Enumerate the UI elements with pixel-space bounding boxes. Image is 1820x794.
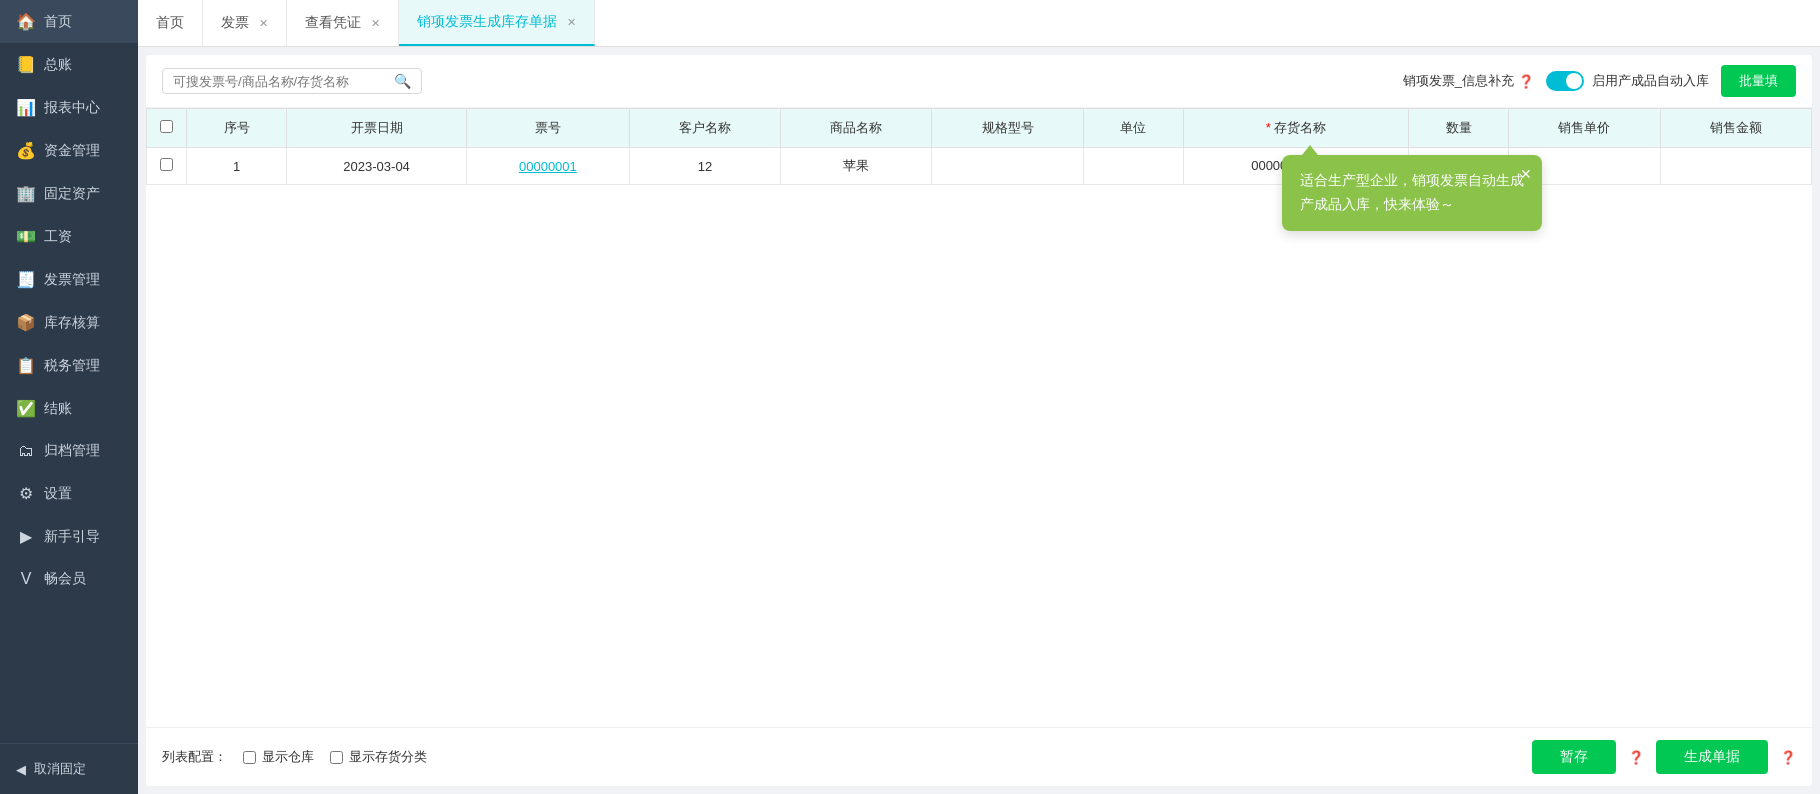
tax-icon: 📋 (16, 356, 36, 375)
sidebar-bottom: ◀ 取消固定 (0, 743, 138, 794)
sidebar-item-archive[interactable]: 🗂 归档管理 (0, 430, 138, 472)
row-product: 苹果 (781, 148, 932, 185)
th-unit-price: 销售单价 (1509, 109, 1660, 148)
config-label: 列表配置： (162, 748, 227, 766)
guide-icon: ▶ (16, 527, 36, 546)
table-container: 序号 开票日期 票号 客户名称 商品名称 规格型号 单位 存货名称 数量 销售单… (146, 108, 1812, 727)
main-content: 首页 发票 ✕ 查看凭证 ✕ 销项发票生成库存单据 ✕ 🔍 销项发票_信息补充 … (138, 0, 1820, 794)
toolbar: 🔍 销项发票_信息补充 ❓ 启用产成品自动入库 批量填 (146, 55, 1812, 108)
settings-icon: ⚙ (16, 484, 36, 503)
tab-invoice[interactable]: 发票 ✕ (203, 0, 287, 46)
assets-icon: 🏢 (16, 184, 36, 203)
archive-icon: 🗂 (16, 442, 36, 460)
th-checkbox (147, 109, 187, 148)
th-customer: 客户名称 (629, 109, 780, 148)
th-amount: 销售金额 (1660, 109, 1811, 148)
info-icon[interactable]: ❓ (1518, 74, 1534, 89)
tab-voucher-close-icon[interactable]: ✕ (371, 17, 380, 30)
sidebar-item-invoices[interactable]: 🧾 发票管理 (0, 258, 138, 301)
row-spec (932, 148, 1083, 185)
show-warehouse-label[interactable]: 显示仓库 (243, 748, 314, 766)
tooltip-popup: ✕ 适合生产型企业，销项发票自动生成产成品入库，快来体验～ (1282, 155, 1542, 231)
save-button[interactable]: 暂存 (1532, 740, 1616, 774)
tab-generate-inventory[interactable]: 销项发票生成库存单据 ✕ (399, 0, 595, 46)
generate-button[interactable]: 生成单据 (1656, 740, 1768, 774)
sidebar-item-settings[interactable]: ⚙ 设置 (0, 472, 138, 515)
tab-invoice-close-icon[interactable]: ✕ (259, 17, 268, 30)
row-date: 2023-03-04 (287, 148, 467, 185)
show-category-label[interactable]: 显示存货分类 (330, 748, 427, 766)
pin-icon: ◀ (16, 762, 26, 777)
row-unit (1083, 148, 1183, 185)
close-accounts-icon: ✅ (16, 399, 36, 418)
payroll-icon: 💵 (16, 227, 36, 246)
data-table: 序号 开票日期 票号 客户名称 商品名称 规格型号 单位 存货名称 数量 销售单… (146, 108, 1812, 185)
sidebar-item-home[interactable]: 🏠 首页 (0, 0, 138, 43)
sidebar-item-payroll[interactable]: 💵 工资 (0, 215, 138, 258)
row-customer: 12 (629, 148, 780, 185)
search-box[interactable]: 🔍 (162, 68, 422, 94)
generate-info-icon[interactable]: ❓ (1780, 750, 1796, 765)
sidebar-item-member[interactable]: V 畅会员 (0, 558, 138, 600)
show-category-checkbox[interactable] (330, 751, 343, 764)
sidebar: 🏠 首页 📒 总账 📊 报表中心 💰 资金管理 🏢 固定资产 💵 工资 🧾 发票… (0, 0, 138, 794)
tab-home[interactable]: 首页 (138, 0, 203, 46)
th-date: 开票日期 (287, 109, 467, 148)
tab-bar: 首页 发票 ✕ 查看凭证 ✕ 销项发票生成库存单据 ✕ (138, 0, 1820, 47)
member-icon: V (16, 570, 36, 588)
search-icon: 🔍 (394, 73, 411, 89)
sidebar-item-funds[interactable]: 💰 资金管理 (0, 129, 138, 172)
sidebar-item-guide[interactable]: ▶ 新手引导 (0, 515, 138, 558)
row-seq: 1 (187, 148, 287, 185)
tab-voucher[interactable]: 查看凭证 ✕ (287, 0, 399, 46)
row-checkbox[interactable] (160, 158, 173, 171)
invoice-icon: 🧾 (16, 270, 36, 289)
inventory-icon: 📦 (16, 313, 36, 332)
ledger-icon: 📒 (16, 55, 36, 74)
sidebar-item-fixed-assets[interactable]: 🏢 固定资产 (0, 172, 138, 215)
auto-inbound-toggle[interactable] (1546, 71, 1584, 91)
sidebar-item-reports[interactable]: 📊 报表中心 (0, 86, 138, 129)
sidebar-item-tax[interactable]: 📋 税务管理 (0, 344, 138, 387)
th-product: 商品名称 (781, 109, 932, 148)
row-number[interactable]: 00000001 (467, 148, 630, 185)
invoice-number-link[interactable]: 00000001 (519, 159, 577, 174)
batch-fill-button[interactable]: 批量填 (1721, 65, 1796, 97)
th-qty: 数量 (1409, 109, 1509, 148)
tooltip-close-button[interactable]: ✕ (1520, 163, 1532, 187)
save-info-icon[interactable]: ❓ (1628, 750, 1644, 765)
select-all-checkbox[interactable] (160, 120, 173, 133)
tab-generate-inventory-close-icon[interactable]: ✕ (567, 16, 576, 29)
sidebar-item-inventory[interactable]: 📦 库存核算 (0, 301, 138, 344)
th-number: 票号 (467, 109, 630, 148)
table-row: 1 2023-03-04 00000001 12 苹果 000001 苹果 个 … (147, 148, 1812, 185)
row-amount (1660, 148, 1811, 185)
page-content: 🔍 销项发票_信息补充 ❓ 启用产成品自动入库 批量填 (146, 55, 1812, 786)
sidebar-item-close-accounts[interactable]: ✅ 结账 (0, 387, 138, 430)
undo-pin-button[interactable]: ◀ 取消固定 (0, 752, 138, 786)
bottom-bar: 列表配置： 显示仓库 显示存货分类 暂存 ❓ 生成单据 ❓ (146, 727, 1812, 786)
sidebar-item-general-ledger[interactable]: 📒 总账 (0, 43, 138, 86)
show-warehouse-checkbox[interactable] (243, 751, 256, 764)
home-icon: 🏠 (16, 12, 36, 31)
bottom-actions: 暂存 ❓ 生成单据 ❓ (1532, 740, 1796, 774)
search-input[interactable] (173, 74, 388, 89)
info-label: 销项发票_信息补充 ❓ (1403, 72, 1534, 90)
report-icon: 📊 (16, 98, 36, 117)
th-inventory: 存货名称 (1183, 109, 1408, 148)
th-unit: 单位 (1083, 109, 1183, 148)
row-checkbox-cell (147, 148, 187, 185)
th-seq: 序号 (187, 109, 287, 148)
th-spec: 规格型号 (932, 109, 1083, 148)
toggle-container: 启用产成品自动入库 (1546, 71, 1709, 91)
funds-icon: 💰 (16, 141, 36, 160)
